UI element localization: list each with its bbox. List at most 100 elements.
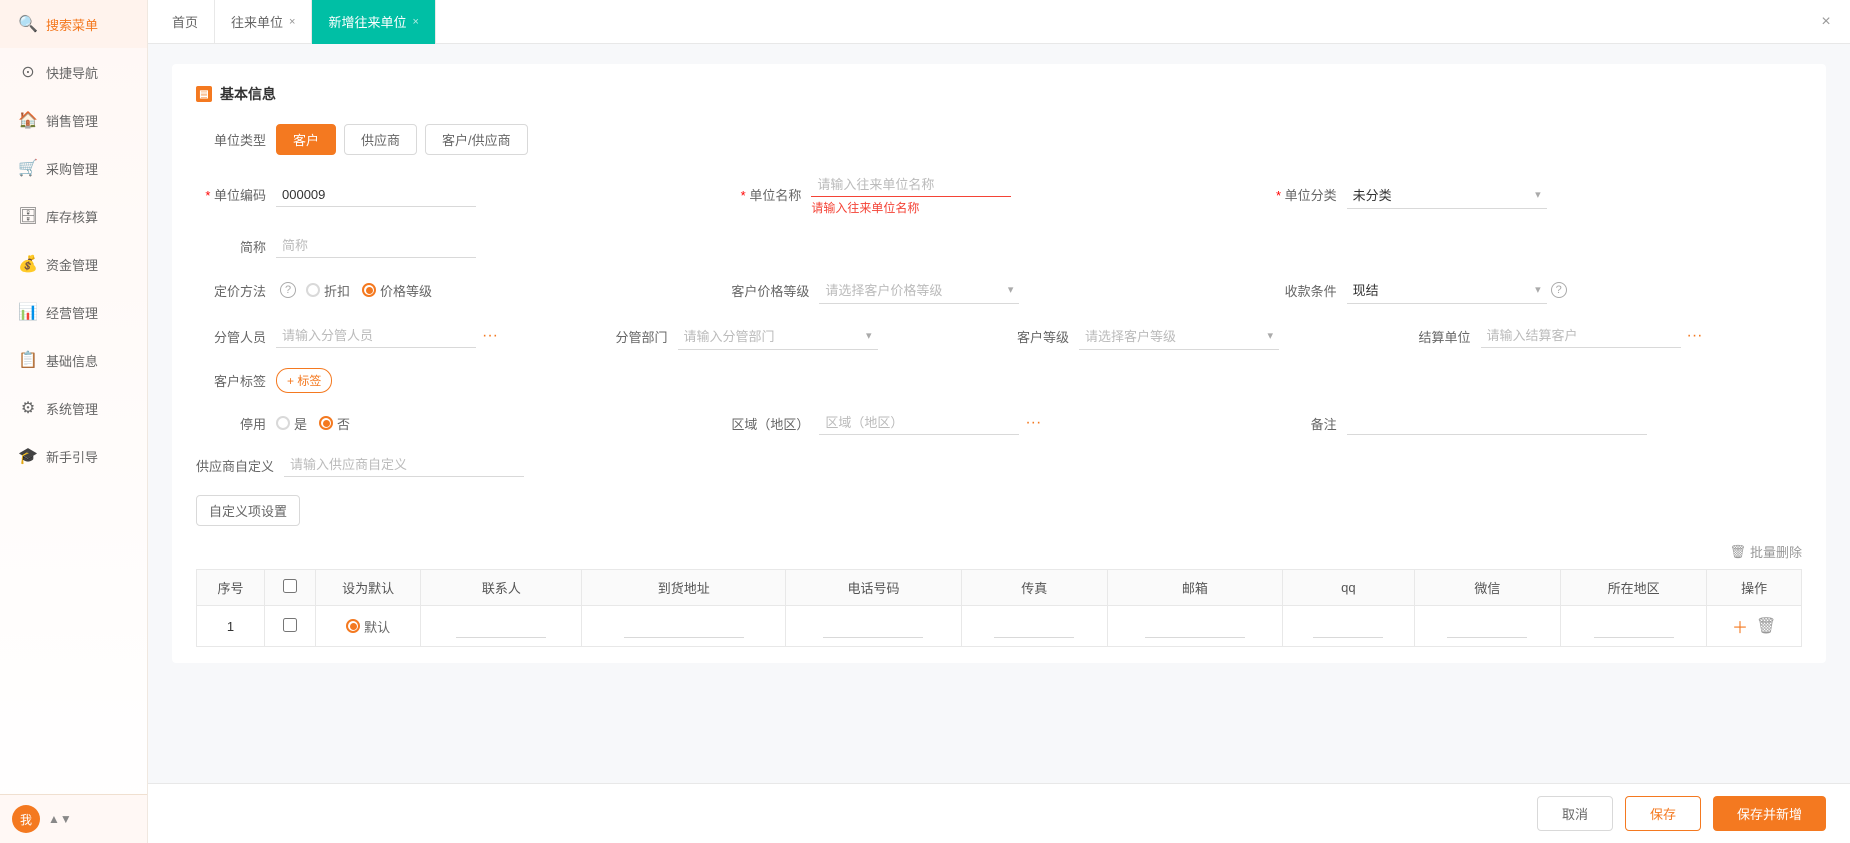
region-input[interactable]: [819, 411, 1019, 435]
settlement-input[interactable]: [1481, 324, 1681, 348]
disable-radio-group: 是 否: [276, 414, 350, 433]
region-more-btn[interactable]: ···: [1025, 414, 1041, 432]
tab-home[interactable]: 首页: [156, 0, 215, 44]
manager-more-btn[interactable]: ···: [482, 327, 498, 345]
payment-value: 现结: [1353, 280, 1379, 299]
sidebar-item-sales[interactable]: 🏠 销售管理: [0, 96, 147, 144]
customer-level-label: 客户等级: [999, 327, 1079, 346]
main-area: 首页 往来单位 × 新增往来单位 × × ▤ 基本信息 单位类型 客户: [148, 0, 1850, 843]
category-field: 单位分类 未分类 ▾: [1267, 181, 1802, 209]
sidebar-item-label: 快捷导航: [46, 63, 98, 82]
pricing-level-radio[interactable]: 价格等级: [362, 281, 432, 300]
short-name-input[interactable]: [276, 234, 476, 258]
settlement-field: 结算单位 ···: [1401, 324, 1803, 348]
avatar: 我: [12, 805, 40, 833]
new-user-icon: 🎓: [18, 446, 38, 466]
row-default-radio[interactable]: 默认: [346, 617, 390, 636]
sidebar-item-quick-nav[interactable]: ⊙ 快捷导航: [0, 48, 147, 96]
unit-type-label: 单位类型: [196, 130, 276, 149]
yes-radio-circle: [276, 416, 290, 430]
row-qq: [1283, 606, 1415, 647]
tag-field: 客户标签 + 标签: [196, 368, 1802, 393]
unit-type-customer-btn[interactable]: 客户: [276, 124, 336, 155]
card-title: ▤ 基本信息: [196, 84, 1802, 104]
row-fax-input[interactable]: [994, 614, 1074, 638]
save-and-new-button[interactable]: 保存并新增: [1713, 796, 1826, 831]
tab-new-partner-close[interactable]: ×: [412, 16, 418, 28]
sidebar-item-inventory[interactable]: 🗄 库存核算: [0, 192, 147, 240]
dept-chevron: ▾: [866, 329, 872, 342]
manager-input[interactable]: [276, 324, 476, 348]
level-label: 价格等级: [380, 281, 432, 300]
row-checkbox[interactable]: [283, 618, 297, 632]
supplier-custom-label: 供应商自定义: [196, 456, 284, 475]
batch-delete-btn[interactable]: 🗑 批量删除: [1729, 542, 1802, 561]
row-add-icon[interactable]: ＋: [1732, 614, 1748, 638]
dept-select[interactable]: 请输入分管部门 ▾: [678, 322, 878, 350]
name-input[interactable]: [811, 173, 1011, 197]
tab-home-label: 首页: [172, 12, 198, 31]
region-label: 区域（地区）: [731, 414, 819, 433]
row-delete-icon[interactable]: 🗑: [1756, 616, 1776, 636]
sidebar-item-new-user[interactable]: 🎓 新手引导: [0, 432, 147, 480]
tab-partner-list-close[interactable]: ×: [289, 16, 295, 28]
row-contact-input[interactable]: [456, 614, 546, 638]
pricing-discount-radio[interactable]: 折扣: [306, 281, 350, 300]
payment-help-icon[interactable]: ?: [1551, 282, 1567, 298]
col-wechat: 微信: [1414, 570, 1560, 606]
sidebar-item-operations[interactable]: 📊 经营管理: [0, 288, 147, 336]
pricing-help-icon[interactable]: ?: [280, 282, 296, 298]
row-action: ＋ 🗑: [1707, 606, 1802, 647]
category-select[interactable]: 未分类 ▾: [1347, 181, 1547, 209]
supplier-custom-field: 供应商自定义: [196, 453, 1802, 477]
sidebar-item-system[interactable]: ⚙ 系统管理: [0, 384, 147, 432]
window-close-button[interactable]: ×: [1810, 6, 1842, 38]
supplier-custom-input[interactable]: [284, 453, 524, 477]
sidebar-item-label: 资金管理: [46, 255, 98, 274]
dept-label: 分管部门: [598, 327, 678, 346]
row-qq-input[interactable]: [1313, 614, 1383, 638]
payment-select[interactable]: 现结 ▾: [1347, 276, 1547, 304]
remark-input[interactable]: [1347, 411, 1647, 435]
disable-yes-radio[interactable]: 是: [276, 414, 307, 433]
row-wechat-input[interactable]: [1447, 614, 1527, 638]
sidebar-item-purchase[interactable]: 🛒 采购管理: [0, 144, 147, 192]
sidebar-item-finance[interactable]: 💰 资金管理: [0, 240, 147, 288]
sidebar-item-label: 销售管理: [46, 111, 98, 130]
col-checkbox: [265, 570, 316, 606]
row-region-input[interactable]: [1594, 614, 1674, 638]
dept-placeholder: 请输入分管部门: [684, 326, 775, 345]
disable-no-radio[interactable]: 否: [319, 414, 350, 433]
customer-level-select[interactable]: 请选择客户等级 ▾: [1079, 322, 1279, 350]
sidebar-item-search[interactable]: 🔍 搜索菜单: [0, 0, 147, 48]
col-index: 序号: [197, 570, 265, 606]
finance-icon: 💰: [18, 254, 38, 274]
save-button[interactable]: 保存: [1625, 796, 1701, 831]
cancel-button[interactable]: 取消: [1537, 796, 1613, 831]
tag-row: 客户标签 + 标签: [196, 368, 1802, 393]
code-input[interactable]: [276, 183, 476, 207]
unit-type-supplier-btn[interactable]: 供应商: [344, 124, 417, 155]
price-level-field: 客户价格等级 请选择客户价格等级 ▾: [731, 276, 1266, 304]
category-chevron: ▾: [1535, 188, 1541, 201]
row-address-input[interactable]: [624, 614, 744, 638]
add-tag-btn[interactable]: + 标签: [276, 368, 332, 393]
row-phone-input[interactable]: [823, 614, 923, 638]
tab-partner-list[interactable]: 往来单位 ×: [215, 0, 312, 44]
sidebar-item-basic-info[interactable]: 📋 基础信息: [0, 336, 147, 384]
pricing-row: 定价方法 ? 折扣 价格等级 客户价格等级: [196, 276, 1802, 304]
row-default-label: 默认: [364, 617, 390, 636]
row-email-input[interactable]: [1145, 614, 1245, 638]
select-all-checkbox[interactable]: [283, 579, 297, 593]
settlement-more-btn[interactable]: ···: [1687, 327, 1703, 345]
card-title-text: 基本信息: [220, 84, 276, 104]
card-title-icon: ▤: [196, 86, 212, 102]
unit-type-both-btn[interactable]: 客户/供应商: [425, 124, 528, 155]
custom-settings-btn[interactable]: 自定义项设置: [196, 495, 300, 526]
settlement-label: 结算单位: [1401, 327, 1481, 346]
row-default-circle: [346, 619, 360, 633]
category-value: 未分类: [1353, 185, 1392, 204]
price-level-select[interactable]: 请选择客户价格等级 ▾: [819, 276, 1019, 304]
name-error-msg: 请输入往来单位名称: [811, 199, 1011, 216]
tab-new-partner[interactable]: 新增往来单位 ×: [312, 0, 435, 44]
